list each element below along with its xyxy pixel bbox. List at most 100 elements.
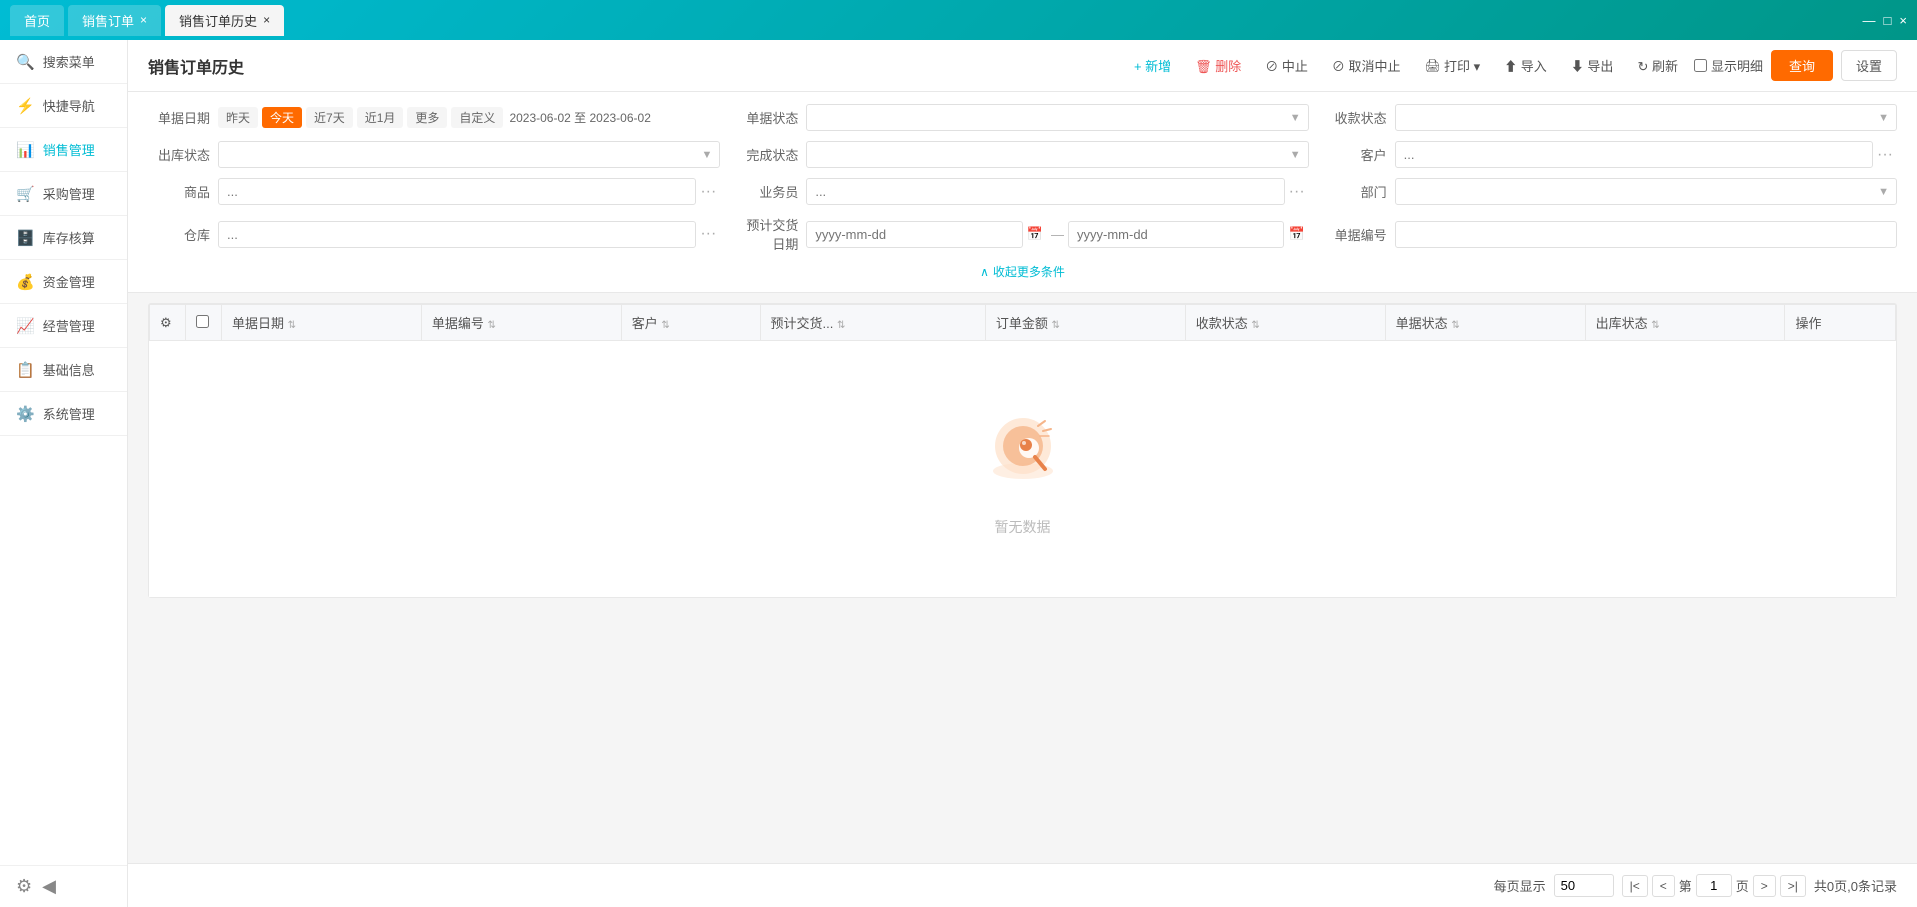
sidebar-item-basic-label: 基础信息 xyxy=(43,360,95,379)
filter-col-docnum: 单据编号 xyxy=(1325,221,1897,248)
customer-dots-icon[interactable]: ··· xyxy=(1873,146,1897,164)
filter-col-status: 单据状态 ▼ xyxy=(736,104,1308,131)
sidebar-collapse-icon[interactable]: ◀ xyxy=(42,876,56,897)
status-select[interactable] xyxy=(806,104,1308,131)
tab-home[interactable]: 首页 xyxy=(10,5,64,36)
delivery-label: 预计交货日期 xyxy=(736,215,806,253)
payment-select[interactable] xyxy=(1395,104,1897,131)
th-date-label: 单据日期 xyxy=(232,316,284,331)
tab-sales-history-close[interactable]: × xyxy=(263,13,270,27)
minimize-icon[interactable]: — xyxy=(1863,13,1876,28)
calendar-start-icon[interactable]: 📅 xyxy=(1023,226,1047,242)
tab-sales-order[interactable]: 销售订单 × xyxy=(68,5,161,36)
th-delivery[interactable]: 预计交货... ⇅ xyxy=(760,305,985,341)
cancel-button[interactable]: ⊘ 取消中止 xyxy=(1324,52,1409,79)
tab-sales-history[interactable]: 销售订单历史 × xyxy=(165,5,284,36)
sidebar-item-quicknav[interactable]: ⚡ 快捷导航 xyxy=(0,84,127,128)
salesperson-input[interactable] xyxy=(806,178,1284,205)
sidebar-item-finance[interactable]: 💰 资金管理 xyxy=(0,260,127,304)
salesperson-dots-icon[interactable]: ··· xyxy=(1285,183,1309,201)
th-payment-status[interactable]: 收款状态 ⇅ xyxy=(1185,305,1385,341)
customer-input[interactable] xyxy=(1395,141,1873,168)
filter-col-salesperson: 业务员 ··· xyxy=(736,178,1308,205)
warehouse-input[interactable] xyxy=(218,221,696,248)
sidebar-item-basic[interactable]: 📋 基础信息 xyxy=(0,348,127,392)
goods-dots-icon[interactable]: ··· xyxy=(696,183,720,201)
select-all-checkbox[interactable] xyxy=(196,315,209,328)
payment-label: 收款状态 xyxy=(1325,108,1395,127)
dept-select[interactable] xyxy=(1395,178,1897,205)
sidebar-item-sales-label: 销售管理 xyxy=(43,140,95,159)
set-button[interactable]: 设置 xyxy=(1841,50,1897,81)
sidebar-item-inventory[interactable]: 🗄️ 库存核算 xyxy=(0,216,127,260)
th-docnum-label: 单据编号 xyxy=(432,316,484,331)
th-gear[interactable]: ⚙ xyxy=(150,305,186,341)
stop-button[interactable]: ⊘ 中止 xyxy=(1257,52,1316,79)
top-bar: 首页 销售订单 × 销售订单历史 × — □ × xyxy=(0,0,1917,40)
date-range-display: 2023-06-02 至 2023-06-02 xyxy=(509,109,650,126)
sidebar-settings-icon[interactable]: ⚙ xyxy=(16,876,32,897)
th-customer[interactable]: 客户 ⇅ xyxy=(621,305,760,341)
docnum-input[interactable] xyxy=(1395,221,1897,248)
date-tag-custom[interactable]: 自定义 xyxy=(451,107,503,128)
maximize-icon[interactable]: □ xyxy=(1884,13,1892,28)
total-label: 共0页,0条记录 xyxy=(1814,876,1897,895)
system-icon: ⚙️ xyxy=(16,405,35,423)
tab-sales-order-close[interactable]: × xyxy=(140,13,147,27)
import-button[interactable]: ⬆ 导入 xyxy=(1496,52,1555,79)
page-last-button[interactable]: >| xyxy=(1780,875,1806,897)
th-customer-label: 客户 xyxy=(632,316,658,331)
new-button[interactable]: + 新增 xyxy=(1126,52,1179,79)
warehouse-dots-icon[interactable]: ··· xyxy=(696,225,720,243)
filter-row-3: 商品 ··· 业务员 ··· 部门 ▼ xyxy=(148,178,1897,205)
date-tag-more[interactable]: 更多 xyxy=(407,107,447,128)
goods-input[interactable] xyxy=(218,178,696,205)
calendar-end-icon[interactable]: 📅 xyxy=(1284,226,1308,242)
sales-icon: 📊 xyxy=(16,141,35,159)
close-icon[interactable]: × xyxy=(1899,13,1907,28)
display-checkbox[interactable] xyxy=(1694,59,1707,72)
export-button[interactable]: ⬇ 导出 xyxy=(1563,52,1622,79)
print-button[interactable]: 🖨 🖨 打印 打印 ▾ xyxy=(1417,52,1489,79)
th-docnum[interactable]: 单据编号 ⇅ xyxy=(421,305,621,341)
th-doc-status[interactable]: 单据状态 ⇅ xyxy=(1385,305,1585,341)
collapse-up-icon: ∧ xyxy=(980,265,989,279)
filter-col-customer: 客户 ··· xyxy=(1325,141,1897,168)
sidebar-item-system[interactable]: ⚙️ 系统管理 xyxy=(0,392,127,436)
th-amount[interactable]: 订单金额 ⇅ xyxy=(985,305,1185,341)
page-prev-button[interactable]: < xyxy=(1652,875,1675,897)
date-tag-1month[interactable]: 近1月 xyxy=(357,107,404,128)
page-next-button[interactable]: > xyxy=(1753,875,1776,897)
sidebar-item-operation[interactable]: 📈 经营管理 xyxy=(0,304,127,348)
display-check[interactable]: 显示明细 xyxy=(1694,56,1763,75)
th-delivery-label: 预计交货... xyxy=(771,316,834,331)
sidebar-item-operation-label: 经营管理 xyxy=(43,316,95,335)
per-page-select[interactable]: 50 10 20 100 xyxy=(1554,874,1614,897)
th-check[interactable] xyxy=(186,305,222,341)
complete-select[interactable] xyxy=(806,141,1308,168)
sidebar-item-sales[interactable]: 📊 销售管理 xyxy=(0,128,127,172)
th-date[interactable]: 单据日期 ⇅ xyxy=(222,305,422,341)
sidebar-item-search[interactable]: 🔍 搜索菜单 xyxy=(0,40,127,84)
th-warehouse-out[interactable]: 出库状态 ⇅ xyxy=(1585,305,1785,341)
page-number-input[interactable] xyxy=(1696,874,1732,897)
complete-label: 完成状态 xyxy=(736,145,806,164)
filter-col-payment: 收款状态 ▼ xyxy=(1325,104,1897,131)
sidebar-item-purchase[interactable]: 🛒 采购管理 xyxy=(0,172,127,216)
warehouse-out-select[interactable] xyxy=(218,141,720,168)
delivery-end-input[interactable] xyxy=(1068,221,1284,248)
delete-button[interactable]: 🗑 删除 xyxy=(1187,52,1249,79)
payment-select-wrapper: ▼ xyxy=(1395,104,1897,131)
filter-col-complete: 完成状态 ▼ xyxy=(736,141,1308,168)
query-button[interactable]: 查询 xyxy=(1771,50,1833,81)
date-tag-7days[interactable]: 近7天 xyxy=(306,107,353,128)
refresh-button[interactable]: ↻ 刷新 xyxy=(1629,52,1686,79)
salesperson-label: 业务员 xyxy=(736,182,806,201)
date-tag-today[interactable]: 今天 xyxy=(262,107,302,128)
page-first-button[interactable]: |< xyxy=(1622,875,1648,897)
sidebar-item-search-label: 搜索菜单 xyxy=(43,52,95,71)
delivery-start-input[interactable] xyxy=(806,221,1022,248)
collapse-row[interactable]: ∧ 收起更多条件 xyxy=(148,263,1897,280)
date-tag-yesterday[interactable]: 昨天 xyxy=(218,107,258,128)
warehouse-out-select-wrapper: ▼ xyxy=(218,141,720,168)
